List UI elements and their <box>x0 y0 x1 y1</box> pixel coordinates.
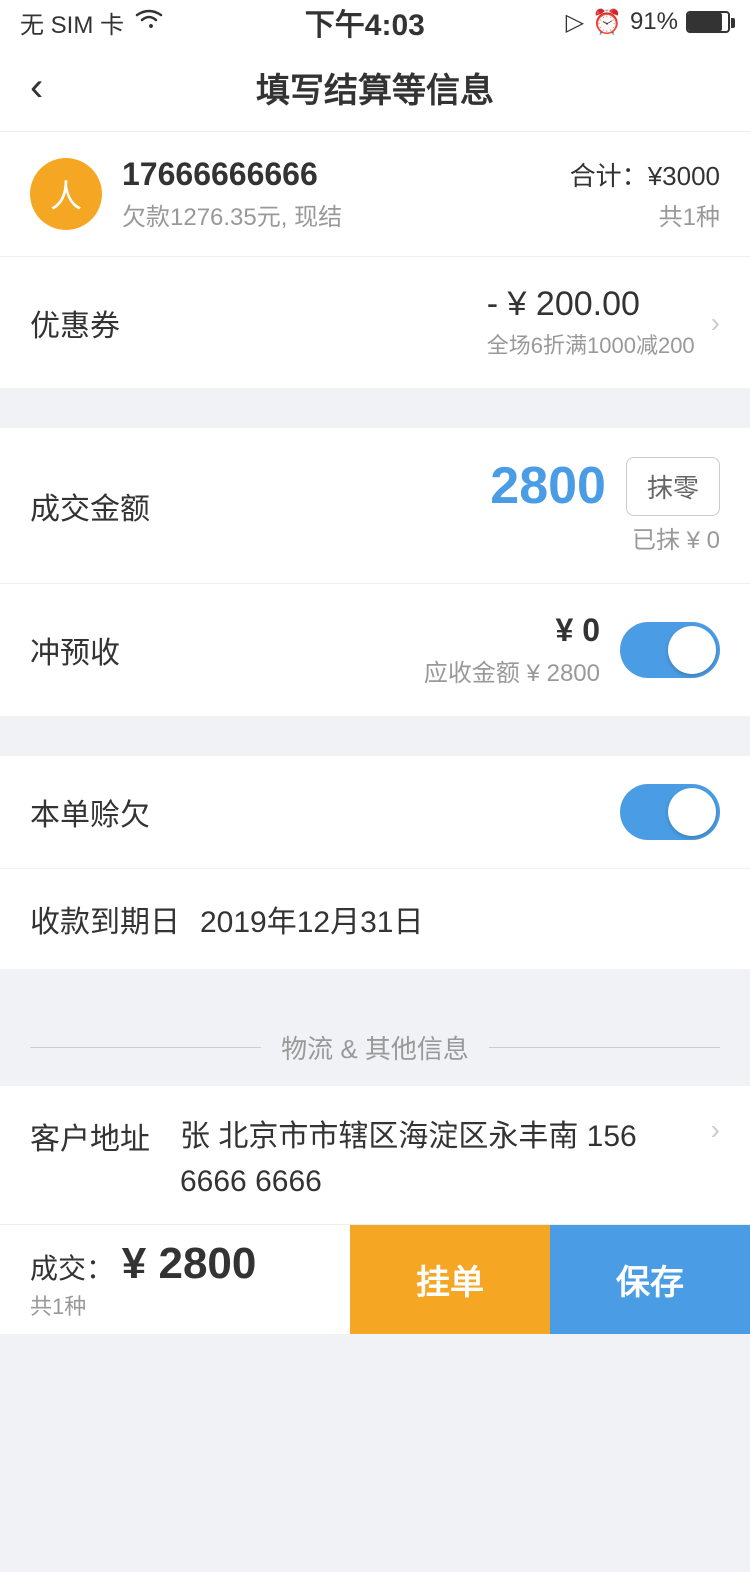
user-info: 17666666666 欠款1276.35元, 现结 <box>122 156 342 232</box>
user-right: 合计：¥3000 共1种 <box>570 156 720 232</box>
deal-amount-row: 成交金额 2800 抹零 已抹 ¥ 0 <box>0 428 750 583</box>
total-count: 共1种 <box>570 197 720 232</box>
toggle-knob <box>668 626 716 674</box>
wifi-icon <box>134 8 164 37</box>
address-chevron-icon: › <box>711 1114 720 1146</box>
battery-icon <box>686 11 730 33</box>
coupon-desc: 全场6折满1000减200 <box>487 328 695 360</box>
status-bar: 无 SIM 卡 下午4:03 ▷ ⏰ 91% <box>0 0 750 44</box>
user-phone: 17666666666 <box>122 156 342 193</box>
deal-amount-card: 成交金额 2800 抹零 已抹 ¥ 0 冲预收 ¥ 0 应收金额 ¥ 2800 <box>0 428 750 716</box>
status-time: 下午4:03 <box>305 0 425 44</box>
user-info-card: 人 17666666666 欠款1276.35元, 现结 合计：¥3000 共1… <box>0 132 750 388</box>
address-row[interactable]: 客户地址 张 北京市市辖区海淀区永丰南 156 6666 6666 › <box>0 1086 750 1232</box>
avatar-text: 人 <box>50 171 82 217</box>
content: 人 17666666666 欠款1276.35元, 现结 合计：¥3000 共1… <box>0 132 750 1572</box>
total-amount: ¥3000 <box>648 161 720 191</box>
logistics-line-right <box>489 1047 720 1048</box>
battery-percent: 91% <box>630 8 678 36</box>
bottom-deal-amount: ¥ 2800 <box>122 1239 257 1288</box>
round-button[interactable]: 抹零 <box>626 457 720 516</box>
debt-toggle-knob <box>668 788 716 836</box>
coupon-row[interactable]: 优惠券 - ¥ 200.00 全场6折满1000减200 › <box>0 256 750 388</box>
prepay-toggle[interactable] <box>620 622 720 678</box>
section-divider-1 <box>0 408 750 428</box>
logistics-header: 物流 & 其他信息 <box>0 1009 750 1086</box>
save-button[interactable]: 保存 <box>550 1225 750 1334</box>
prepay-label: 冲预收 <box>30 628 120 672</box>
logistics-label: 物流 & 其他信息 <box>261 1029 489 1066</box>
status-left: 无 SIM 卡 <box>20 5 164 40</box>
prepay-value-wrap: ¥ 0 应收金额 ¥ 2800 <box>424 612 600 688</box>
debt-toggle[interactable] <box>620 784 720 840</box>
bottom-deal-label: 成交： <box>30 1253 114 1284</box>
address-value: 张 北京市市辖区海淀区永丰南 156 6666 6666 <box>180 1114 705 1204</box>
user-row: 人 17666666666 欠款1276.35元, 现结 合计：¥3000 共1… <box>0 132 750 256</box>
prepay-row: 冲预收 ¥ 0 应收金额 ¥ 2800 <box>0 583 750 716</box>
address-label: 客户地址 <box>30 1114 150 1158</box>
avatar: 人 <box>30 158 102 230</box>
logistics-line-left <box>30 1047 261 1048</box>
user-sub: 欠款1276.35元, 现结 <box>122 197 342 232</box>
due-date-row: 收款到期日 2019年12月31日 <box>0 868 750 969</box>
section-divider-3 <box>0 989 750 1009</box>
back-button[interactable]: ‹ <box>30 55 63 120</box>
bottom-actions: 挂单 保存 <box>350 1225 750 1334</box>
prepay-value: ¥ 0 <box>424 612 600 649</box>
hold-button[interactable]: 挂单 <box>350 1225 550 1334</box>
nav-bar: ‹ 填写结算等信息 <box>0 44 750 132</box>
bottom-bar: 成交： ¥ 2800 共1种 挂单 保存 <box>0 1224 750 1334</box>
deal-amount-value: 2800 <box>490 456 606 516</box>
coupon-label: 优惠券 <box>30 301 120 345</box>
prepay-sub: 应收金额 ¥ 2800 <box>424 653 600 688</box>
bottom-deal-line: 成交： ¥ 2800 <box>30 1239 320 1289</box>
chevron-right-icon: › <box>711 307 720 339</box>
address-card: 客户地址 张 北京市市辖区海淀区永丰南 156 6666 6666 › <box>0 1086 750 1232</box>
total-label: 合计：¥3000 <box>570 156 720 193</box>
sim-status: 无 SIM 卡 <box>20 5 124 40</box>
page-title: 填写结算等信息 <box>256 63 494 112</box>
debt-label: 本单赊欠 <box>30 790 150 834</box>
bottom-summary: 成交： ¥ 2800 共1种 <box>0 1239 350 1321</box>
deal-amount-label: 成交金额 <box>30 484 150 528</box>
coupon-right: - ¥ 200.00 全场6折满1000减200 › <box>487 285 720 360</box>
bottom-count: 共1种 <box>30 1289 320 1321</box>
section-divider-2 <box>0 736 750 756</box>
debt-card: 本单赊欠 收款到期日 2019年12月31日 <box>0 756 750 969</box>
coupon-discount: - ¥ 200.00 <box>487 285 695 324</box>
alarm-icon: ⏰ <box>592 8 622 37</box>
user-left: 人 17666666666 欠款1276.35元, 现结 <box>30 156 342 232</box>
status-right: ▷ ⏰ 91% <box>566 8 730 37</box>
due-date-label: 收款到期日 <box>30 897 180 941</box>
deal-amount-right: 2800 抹零 <box>490 456 720 516</box>
location-icon: ▷ <box>566 8 584 37</box>
due-date-value: 2019年12月31日 <box>200 897 423 941</box>
deal-amount-sub: 已抹 ¥ 0 <box>632 520 720 555</box>
debt-row: 本单赊欠 <box>0 756 750 868</box>
prepay-right: ¥ 0 应收金额 ¥ 2800 <box>424 612 720 688</box>
